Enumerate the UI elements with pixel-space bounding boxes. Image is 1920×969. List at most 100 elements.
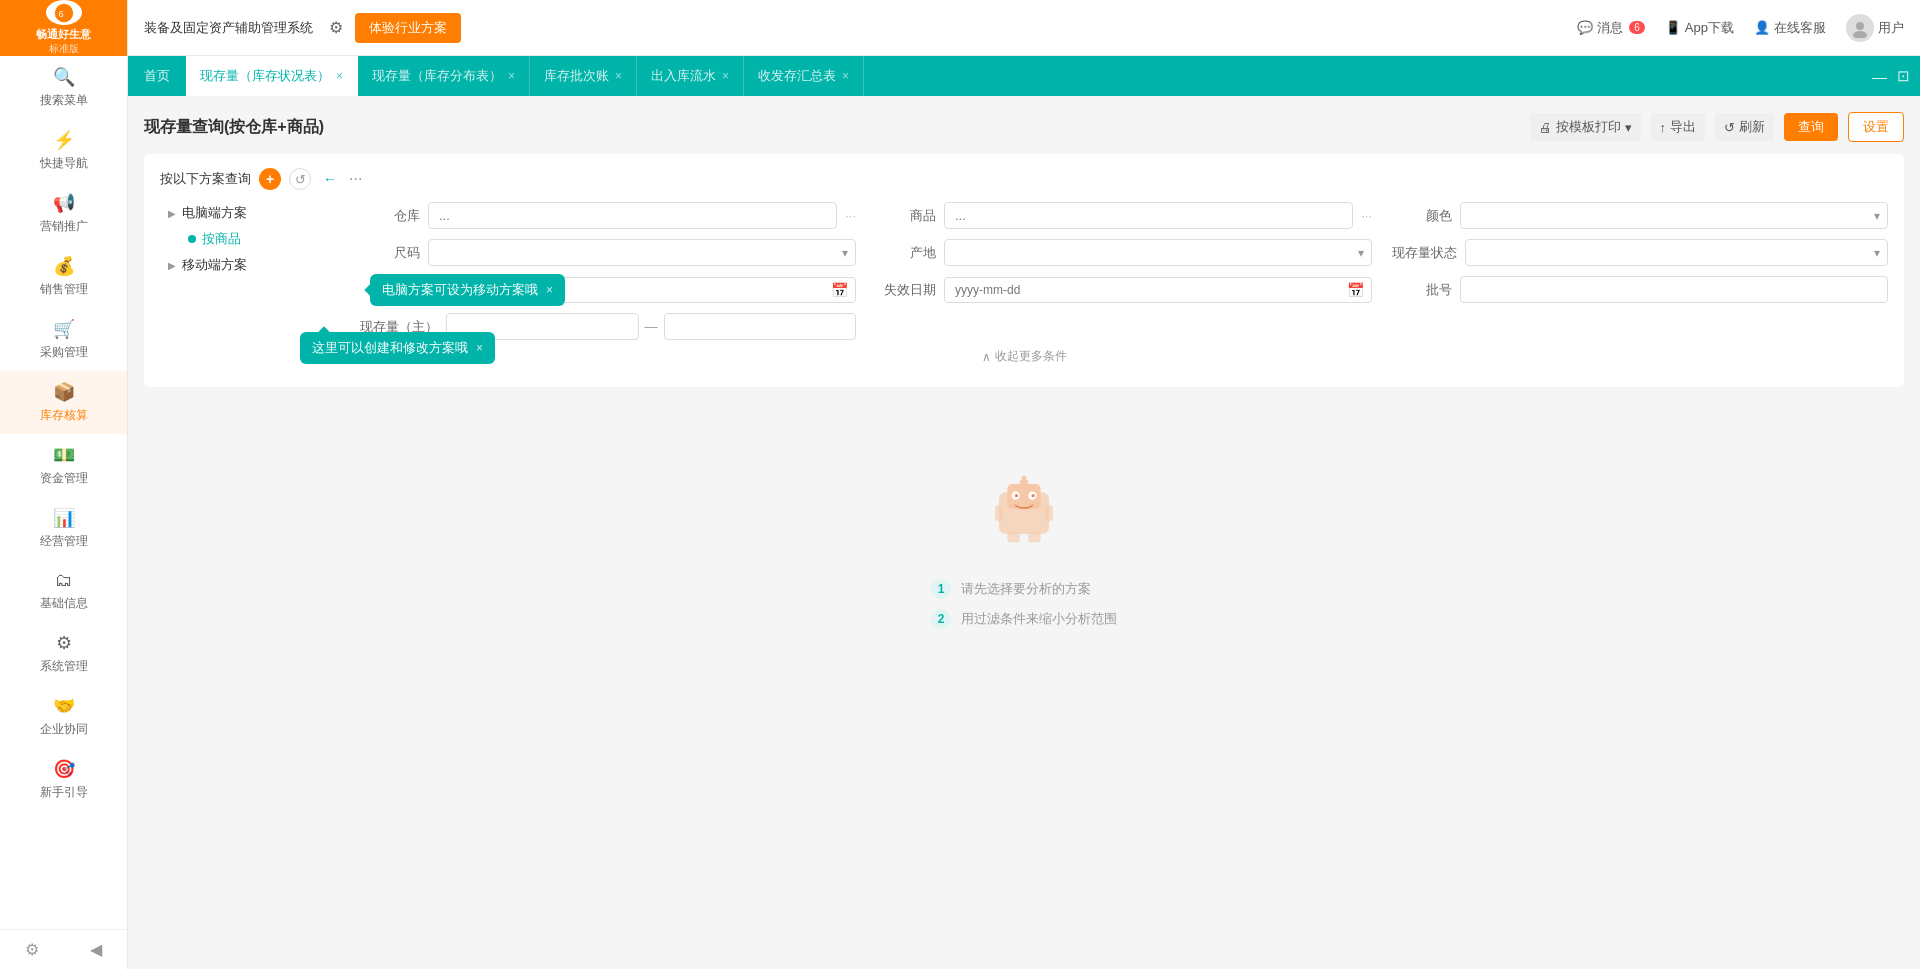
sidebar-item-sales[interactable]: 💰 销售管理 — [0, 245, 127, 308]
warehouse-more-icon[interactable]: ··· — [845, 208, 856, 223]
scheme-computer[interactable]: ▶ 电脑端方案 — [160, 200, 360, 226]
sidebar-item-enterprise[interactable]: 🤝 企业协同 — [0, 685, 127, 748]
tab-inventory-status[interactable]: 现存量（库存状况表） × — [186, 56, 358, 96]
origin-select[interactable] — [944, 239, 1372, 266]
export-icon: ↑ — [1660, 120, 1667, 135]
finance-icon: 💵 — [53, 444, 75, 466]
query-btn[interactable]: 查询 — [1784, 113, 1838, 141]
svg-text:6: 6 — [58, 8, 63, 18]
batch-no-input[interactable] — [1460, 276, 1888, 303]
sidebar-item-operations[interactable]: 📊 经营管理 — [0, 497, 127, 560]
sales-icon: 💰 — [53, 255, 75, 277]
window-minimize-icon[interactable]: — — [1872, 68, 1887, 85]
sidebar-collapse-btn[interactable]: ◀ — [90, 940, 102, 959]
collapse-label: 收起更多条件 — [995, 348, 1067, 365]
collapse-arrow-icon: ∧ — [982, 350, 991, 364]
refresh-btn[interactable]: ↺ 刷新 — [1715, 113, 1774, 141]
stock-status-select[interactable] — [1465, 239, 1888, 266]
notice-btn[interactable]: 💬 消息 6 — [1577, 19, 1645, 37]
main-area: 装备及固定资产辅助管理系统 ⚙ 体验行业方案 💬 消息 6 📱 App下载 👤 … — [128, 0, 1920, 969]
filter-arrow-btn[interactable]: ← — [319, 168, 341, 190]
filter-add-btn[interactable]: + — [259, 168, 281, 190]
app-download-btn[interactable]: 📱 App下载 — [1665, 19, 1734, 37]
stock-qty-max[interactable] — [664, 313, 857, 340]
sidebar: 6 畅通好生意 标准版 🔍 搜索菜单 ⚡ 快捷导航 📢 营销推广 💰 销售管理 … — [0, 0, 128, 969]
empty-state: 1 请先选择要分析的方案 2 用过滤条件来缩小分析范围 — [144, 399, 1904, 689]
window-maximize-icon[interactable]: ⊡ — [1897, 67, 1910, 85]
tab-inout-flow[interactable]: 出入库流水 × — [637, 56, 744, 96]
sidebar-item-quick-nav[interactable]: ⚡ 快捷导航 — [0, 119, 127, 182]
scheme-mobile-label: 移动端方案 — [182, 256, 352, 274]
tab-close-icon[interactable]: × — [336, 69, 343, 83]
tooltip1-text: 电脑方案可设为移动方案哦 — [382, 281, 538, 299]
system-name: 装备及固定资产辅助管理系统 — [144, 19, 313, 37]
tab-home[interactable]: 首页 — [128, 56, 186, 96]
scheme-mobile[interactable]: ▶ 移动端方案 — [160, 252, 360, 278]
expire-date-label: 失效日期 — [876, 281, 936, 299]
sidebar-item-search-menu[interactable]: 🔍 搜索菜单 — [0, 56, 127, 119]
settings-page-btn[interactable]: 设置 — [1848, 112, 1904, 142]
sidebar-item-purchase[interactable]: 🛒 采购管理 — [0, 308, 127, 371]
system-icon: ⚙ — [56, 632, 72, 654]
topbar-settings-icon[interactable]: ⚙ — [329, 18, 343, 37]
operations-icon: 📊 — [53, 507, 75, 529]
sidebar-item-marketing[interactable]: 📢 营销推广 — [0, 182, 127, 245]
export-btn[interactable]: ↑ 导出 — [1651, 113, 1706, 141]
tooltip1-close[interactable]: × — [546, 283, 553, 297]
produce-date-calendar-icon[interactable]: 📅 — [831, 282, 848, 298]
size-select[interactable] — [428, 239, 856, 266]
sidebar-item-system[interactable]: ⚙ 系统管理 — [0, 622, 127, 685]
warehouse-label: 仓库 — [360, 207, 420, 225]
user-label: 用户 — [1878, 19, 1904, 37]
origin-select-wrap — [944, 239, 1372, 266]
purchase-icon: 🛒 — [53, 318, 75, 340]
expire-date-input[interactable] — [944, 277, 1372, 303]
print-icon: 🖨 — [1539, 120, 1552, 135]
filter-more-icon[interactable]: ··· — [349, 170, 362, 188]
expire-date-wrap: 📅 — [944, 277, 1372, 303]
sidebar-item-basic-info[interactable]: 🗂 基础信息 — [0, 560, 127, 622]
svg-point-8 — [1015, 494, 1018, 497]
filter-row-size: 尺码 — [360, 239, 856, 266]
filter-row-expire-date: 失效日期 📅 — [876, 276, 1372, 303]
template-print-btn[interactable]: 🖨 按模板打印 ▾ — [1530, 113, 1641, 141]
batch-no-input-wrap — [1460, 276, 1888, 303]
goods-input[interactable] — [944, 202, 1353, 229]
tabbar-actions: — ⊡ — [1862, 56, 1920, 96]
scheme-sub-goods[interactable]: 按商品 — [180, 226, 360, 252]
sidebar-item-inventory[interactable]: 📦 库存核算 — [0, 371, 127, 434]
color-select[interactable] — [1460, 202, 1888, 229]
tab-close-icon[interactable]: × — [842, 69, 849, 83]
warehouse-input[interactable] — [428, 202, 837, 229]
filter-refresh-btn[interactable]: ↺ — [289, 168, 311, 190]
goods-more-icon[interactable]: ··· — [1361, 208, 1372, 223]
tab-inventory-batch[interactable]: 库存批次账 × — [530, 56, 637, 96]
tab-close-icon[interactable]: × — [508, 69, 515, 83]
svg-point-0 — [54, 3, 72, 21]
tab-label: 现存量（库存状况表） — [200, 67, 330, 85]
tab-receive-send[interactable]: 收发存汇总表 × — [744, 56, 864, 96]
trial-btn[interactable]: 体验行业方案 — [355, 13, 461, 43]
basic-info-icon: 🗂 — [55, 570, 73, 591]
tab-close-icon[interactable]: × — [615, 69, 622, 83]
tab-inventory-dist[interactable]: 现存量（库存分布表） × — [358, 56, 530, 96]
tab-close-icon[interactable]: × — [722, 69, 729, 83]
svg-point-3 — [1853, 31, 1867, 38]
tooltip2-text: 这里可以创建和修改方案哦 — [312, 339, 468, 357]
stock-qty-range: — — [446, 313, 856, 340]
filter-row-origin: 产地 — [876, 239, 1372, 266]
tabbar: 首页 现存量（库存状况表） × 现存量（库存分布表） × 库存批次账 × 出入库… — [128, 56, 1920, 96]
svg-rect-15 — [1028, 532, 1041, 542]
expire-date-calendar-icon[interactable]: 📅 — [1347, 282, 1364, 298]
tooltip2-close[interactable]: × — [476, 341, 483, 355]
origin-label: 产地 — [876, 244, 936, 262]
sidebar-settings-btn[interactable]: ⚙ — [25, 940, 39, 959]
sidebar-item-guide[interactable]: 🎯 新手引导 — [0, 748, 127, 811]
range-separator: — — [645, 319, 658, 334]
sidebar-item-finance[interactable]: 💵 资金管理 — [0, 434, 127, 497]
inventory-icon: 📦 — [53, 381, 75, 403]
tree-mobile-expand-icon: ▶ — [168, 260, 176, 271]
online-service-btn[interactable]: 👤 在线客服 — [1754, 19, 1826, 37]
user-avatar-btn[interactable]: 用户 — [1846, 14, 1904, 42]
scheme-computer-label: 电脑端方案 — [182, 204, 352, 222]
